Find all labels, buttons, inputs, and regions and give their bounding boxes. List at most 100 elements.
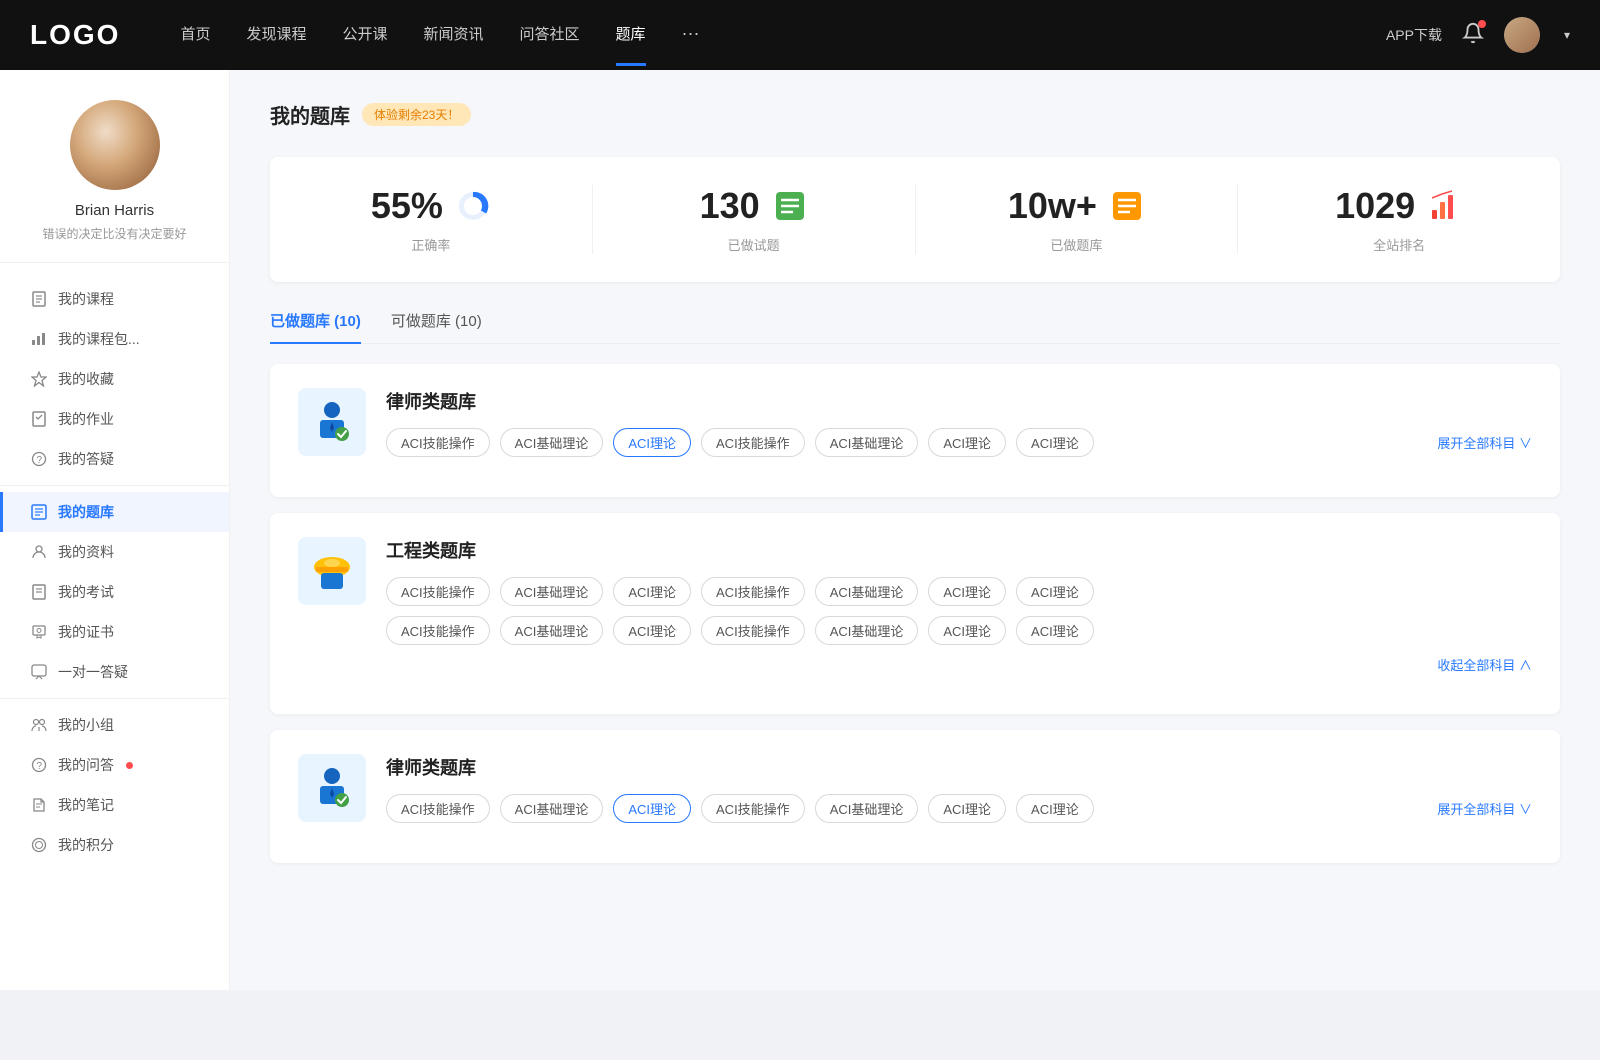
navbar: LOGO 首页 发现课程 公开课 新闻资讯 问答社区 题库 ··· APP下载 …	[0, 0, 1600, 70]
profile-icon	[30, 543, 48, 561]
main-content: 我的题库 体验剩余23天！ 55% 正确率	[230, 70, 1600, 990]
sidebar-label: 我的课程	[58, 289, 114, 309]
pie-chart-icon	[455, 188, 491, 224]
tag[interactable]: ACI理论	[928, 577, 1006, 606]
sidebar-menu: 我的课程 我的课程包... 我的收藏 我的作业	[0, 273, 229, 871]
avatar-chevron[interactable]: ▾	[1564, 28, 1570, 42]
tab-done[interactable]: 已做题库 (10)	[270, 310, 361, 343]
stat-label: 正确率	[411, 235, 450, 254]
tag[interactable]: ACI理论	[613, 616, 691, 645]
navbar-more[interactable]: ···	[682, 23, 700, 48]
trial-badge: 体验剩余23天！	[362, 103, 471, 126]
sidebar-item-my-courses[interactable]: 我的课程	[0, 279, 229, 319]
sidebar-item-course-pack[interactable]: 我的课程包...	[0, 319, 229, 359]
tags-row: ACI技能操作 ACI基础理论 ACI理论 ACI技能操作 ACI基础理论 AC…	[386, 577, 1532, 606]
qbank-icon-engineer	[298, 537, 366, 605]
stat-value: 1029	[1335, 185, 1415, 227]
tag[interactable]: ACI理论	[1016, 794, 1094, 823]
tab-available[interactable]: 可做题库 (10)	[391, 310, 482, 343]
tag[interactable]: ACI基础理论	[500, 577, 604, 606]
qbank-icon	[30, 503, 48, 521]
tag[interactable]: ACI基础理论	[815, 794, 919, 823]
expand-link[interactable]: 展开全部科目 ∨	[1437, 799, 1532, 818]
qbank-card-body: 工程类题库 ACI技能操作 ACI基础理论 ACI理论 ACI技能操作 ACI基…	[386, 537, 1532, 674]
avatar	[70, 100, 160, 190]
stats-row: 55% 正确率 130	[270, 157, 1560, 282]
tag[interactable]: ACI技能操作	[386, 616, 490, 645]
divider	[0, 698, 229, 699]
stat-rank: 1029 全站排名	[1238, 185, 1560, 254]
divider	[0, 485, 229, 486]
nav-qa[interactable]: 问答社区	[520, 23, 580, 48]
qbank-title: 律师类题库	[386, 754, 1532, 780]
sidebar-profile: Brian Harris 错误的决定比没有决定要好	[0, 100, 229, 263]
homework-icon	[30, 410, 48, 428]
tag[interactable]: ACI基础理论	[500, 616, 604, 645]
tag[interactable]: ACI理论	[1016, 616, 1094, 645]
tag[interactable]: ACI理论	[1016, 428, 1094, 457]
nav-discover[interactable]: 发现课程	[246, 23, 306, 48]
sidebar-item-group[interactable]: 我的小组	[0, 705, 229, 745]
sidebar-item-answers[interactable]: ? 我的答疑	[0, 439, 229, 479]
sidebar-item-cert[interactable]: 我的证书	[0, 612, 229, 652]
tag[interactable]: ACI基础理论	[815, 577, 919, 606]
sidebar-label: 我的问答	[58, 755, 114, 775]
qbank-card-header: 律师类题库 ACI技能操作 ACI基础理论 ACI理论 ACI技能操作 ACI基…	[298, 388, 1532, 457]
nav-qbank[interactable]: 题库	[616, 23, 646, 48]
tag[interactable]: ACI基础理论	[815, 428, 919, 457]
tabs-row: 已做题库 (10) 可做题库 (10)	[270, 310, 1560, 344]
sidebar-item-notes[interactable]: 我的笔记	[0, 785, 229, 825]
tag[interactable]: ACI技能操作	[701, 616, 805, 645]
sidebar-label: 我的作业	[58, 409, 114, 429]
tag[interactable]: ACI技能操作	[701, 577, 805, 606]
tag[interactable]: ACI技能操作	[701, 428, 805, 457]
navbar-links: 首页 发现课程 公开课 新闻资讯 问答社区 题库 ···	[180, 23, 1386, 48]
sidebar-item-qbank[interactable]: 我的题库	[0, 492, 229, 532]
tag[interactable]: ACI基础理论	[815, 616, 919, 645]
tag[interactable]: ACI理论	[613, 577, 691, 606]
tag-selected[interactable]: ACI理论	[613, 428, 691, 457]
sidebar-item-profile[interactable]: 我的资料	[0, 532, 229, 572]
sidebar-label: 我的证书	[58, 622, 114, 642]
tag[interactable]: ACI理论	[1016, 577, 1094, 606]
nav-home[interactable]: 首页	[180, 23, 210, 48]
tag[interactable]: ACI理论	[928, 794, 1006, 823]
sidebar-item-tutoring[interactable]: 一对一答疑	[0, 652, 229, 692]
tag[interactable]: ACI基础理论	[500, 428, 604, 457]
sidebar-label: 我的积分	[58, 835, 114, 855]
page-title: 我的题库	[270, 100, 350, 129]
navbar-right: APP下载 ▾	[1386, 17, 1570, 53]
sidebar-item-favorites[interactable]: 我的收藏	[0, 359, 229, 399]
tag-selected[interactable]: ACI理论	[613, 794, 691, 823]
tag[interactable]: ACI理论	[928, 428, 1006, 457]
question-icon: ?	[30, 450, 48, 468]
notification-bell[interactable]	[1462, 22, 1484, 49]
sidebar-label: 我的收藏	[58, 369, 114, 389]
app-download[interactable]: APP下载	[1386, 25, 1442, 45]
sidebar-item-points[interactable]: 我的积分	[0, 825, 229, 865]
sidebar-item-questions[interactable]: ? 我的问答	[0, 745, 229, 785]
qbank-card-header: 律师类题库 ACI技能操作 ACI基础理论 ACI理论 ACI技能操作 ACI基…	[298, 754, 1532, 823]
sidebar-item-exam[interactable]: 我的考试	[0, 572, 229, 612]
stat-top: 55%	[371, 185, 491, 227]
sidebar: Brian Harris 错误的决定比没有决定要好 我的课程 我的课程包...	[0, 70, 230, 990]
tag[interactable]: ACI基础理论	[500, 794, 604, 823]
collapse-link[interactable]: 收起全部科目 ∧	[386, 655, 1532, 674]
tag[interactable]: ACI技能操作	[701, 794, 805, 823]
unread-dot	[126, 762, 133, 769]
sidebar-item-homework[interactable]: 我的作业	[0, 399, 229, 439]
tag[interactable]: ACI技能操作	[386, 794, 490, 823]
nav-open-course[interactable]: 公开课	[342, 23, 387, 48]
stat-label: 已做题库	[1050, 235, 1102, 254]
sidebar-label: 我的题库	[58, 502, 114, 522]
user-avatar[interactable]	[1504, 17, 1540, 53]
tag[interactable]: ACI理论	[928, 616, 1006, 645]
user-name: Brian Harris	[75, 202, 154, 219]
stat-done-questions: 130 已做试题	[593, 185, 916, 254]
nav-news[interactable]: 新闻资讯	[424, 23, 484, 48]
tag[interactable]: ACI技能操作	[386, 428, 490, 457]
page-title-row: 我的题库 体验剩余23天！	[270, 100, 1560, 129]
sidebar-label: 一对一答疑	[58, 662, 128, 682]
tag[interactable]: ACI技能操作	[386, 577, 490, 606]
expand-link[interactable]: 展开全部科目 ∨	[1437, 433, 1532, 452]
